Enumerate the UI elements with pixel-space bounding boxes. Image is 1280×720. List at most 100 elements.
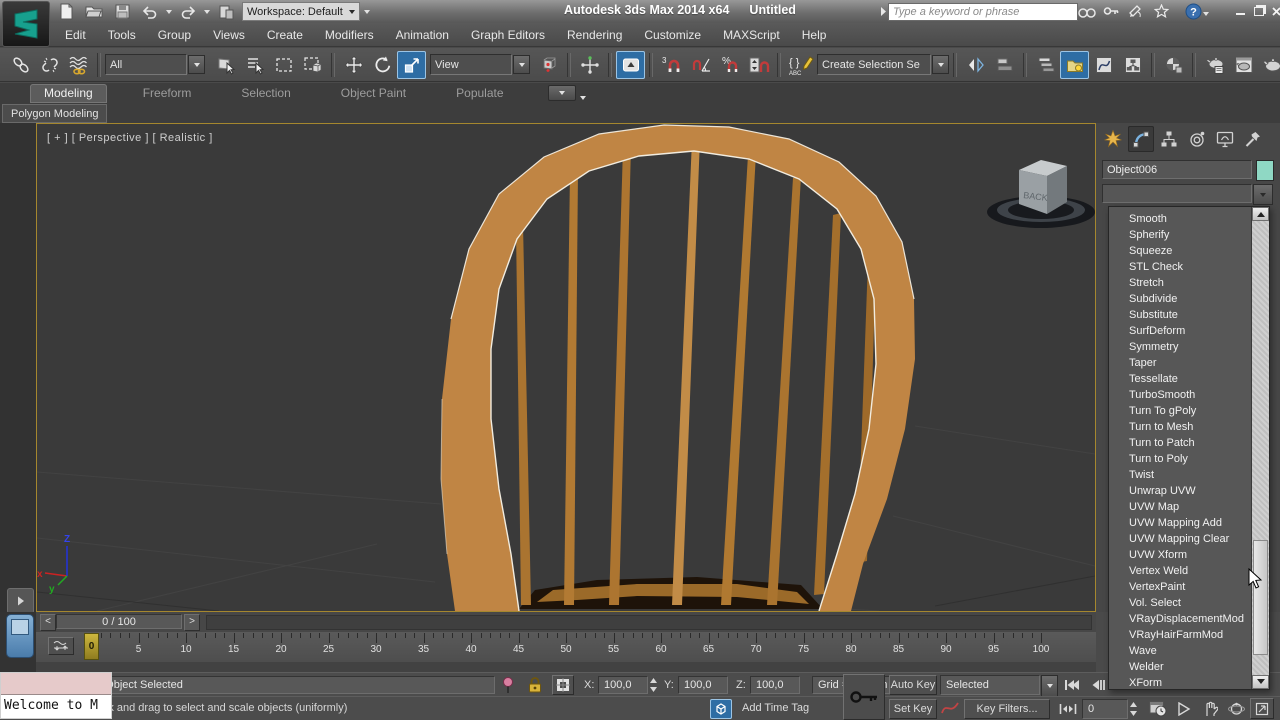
search-input[interactable]: [888, 3, 1078, 21]
scrollbar-thumb[interactable]: [1253, 540, 1268, 655]
select-and-manipulate-button[interactable]: [575, 51, 604, 79]
redo-button[interactable]: [176, 2, 200, 21]
modifier-list-item[interactable]: Stretch: [1109, 275, 1252, 291]
modifier-list-item[interactable]: Vol. Select: [1109, 595, 1252, 611]
modifier-list-item[interactable]: VRayHairFarmMod: [1109, 627, 1252, 643]
set-keys-button[interactable]: [843, 674, 885, 720]
named-selection-sets-dropdown[interactable]: Create Selection Se: [817, 54, 931, 75]
menu-item-edit[interactable]: Edit: [54, 23, 97, 47]
ribbon-options-caret[interactable]: [579, 96, 586, 103]
time-configuration-button[interactable]: [1146, 698, 1170, 719]
angle-snap-toggle-button[interactable]: [686, 51, 715, 79]
track-bar-strip[interactable]: [206, 615, 1092, 630]
modifier-list-item[interactable]: VertexPaint: [1109, 579, 1252, 595]
maximize-viewport-toggle-button[interactable]: [1250, 698, 1274, 719]
expand-panel-arrow-button[interactable]: [7, 588, 34, 614]
spinner-snap-toggle-button[interactable]: [744, 51, 773, 79]
time-slider-value[interactable]: 0 / 100: [56, 614, 182, 629]
unlink-selection-button[interactable]: [35, 51, 64, 79]
modifier-list-item[interactable]: STL Check: [1109, 259, 1252, 275]
modifier-list-item[interactable]: Wave: [1109, 643, 1252, 659]
minimized-window-button[interactable]: [6, 614, 34, 658]
modifier-list-scrollbar[interactable]: [1251, 207, 1269, 689]
utilities-tab[interactable]: [1240, 126, 1266, 152]
set-key-button[interactable]: Set Key: [889, 699, 937, 719]
menu-item-create[interactable]: Create: [256, 23, 314, 47]
create-tab[interactable]: [1100, 126, 1126, 152]
modifier-list-item[interactable]: Tessellate: [1109, 371, 1252, 387]
project-folder-button[interactable]: [214, 2, 238, 21]
undo-dropdown-caret[interactable]: [166, 9, 172, 17]
z-coord-field[interactable]: 100,0: [750, 676, 800, 694]
orbit-view-button[interactable]: [1224, 698, 1248, 719]
viewport-label[interactable]: [ + ] [ Perspective ] [ Realistic ]: [47, 132, 213, 144]
reference-coordinate-caret[interactable]: [513, 55, 530, 74]
open-file-button[interactable]: [82, 2, 106, 21]
modifier-list-item[interactable]: TurboSmooth: [1109, 387, 1252, 403]
perspective-viewport[interactable]: BACK x Z y [ + ] [ Perspective ] [ Reali…: [36, 123, 1096, 612]
select-by-name-button[interactable]: [240, 51, 269, 79]
menu-item-tools[interactable]: Tools: [97, 23, 147, 47]
hierarchy-tab[interactable]: [1156, 126, 1182, 152]
menu-item-maxscript[interactable]: MAXScript: [712, 23, 791, 47]
key-filters-curve-icon[interactable]: [940, 700, 960, 717]
help-dropdown-caret[interactable]: [1203, 12, 1209, 19]
modify-tab[interactable]: [1128, 126, 1154, 152]
object-color-swatch[interactable]: [1256, 160, 1274, 181]
menu-item-graph-editors[interactable]: Graph Editors: [460, 23, 556, 47]
named-selection-sets-caret[interactable]: [932, 55, 949, 74]
x-coord-field[interactable]: 100,0: [598, 676, 648, 694]
scroll-down-button[interactable]: [1252, 675, 1269, 689]
modifier-list-item[interactable]: Subdivide: [1109, 291, 1252, 307]
y-coord-field[interactable]: 100,0: [678, 676, 728, 694]
rectangular-selection-region-button[interactable]: [269, 51, 298, 79]
previous-frame-button[interactable]: [1086, 674, 1110, 695]
menu-item-rendering[interactable]: Rendering: [556, 23, 633, 47]
snaps-toggle-button[interactable]: 3: [657, 51, 686, 79]
key-mode-dropdown[interactable]: Selected: [940, 675, 1040, 695]
transform-gizmo-toggle[interactable]: [710, 699, 732, 719]
modifier-list-item[interactable]: XForm: [1109, 675, 1252, 691]
menu-item-animation[interactable]: Animation: [385, 23, 460, 47]
communication-key-icon[interactable]: [1100, 2, 1122, 20]
minimize-button[interactable]: [1232, 4, 1248, 18]
time-slider-next-button[interactable]: >: [184, 614, 200, 631]
current-frame-field[interactable]: 0: [1082, 699, 1128, 719]
key-mode-toggle-button[interactable]: [1056, 698, 1080, 719]
workspace-extra-caret[interactable]: [363, 9, 370, 17]
frame-spinner[interactable]: [1129, 700, 1138, 718]
select-and-scale-button[interactable]: [397, 50, 426, 79]
percent-snap-toggle-button[interactable]: %: [715, 51, 744, 79]
pushpin-icon[interactable]: [500, 675, 516, 695]
ribbon-tab-modeling[interactable]: Modeling: [30, 84, 107, 103]
modifier-list-item[interactable]: Welder: [1109, 659, 1252, 675]
restore-button[interactable]: [1251, 4, 1267, 18]
selection-filter-caret[interactable]: [188, 55, 205, 74]
modifier-list-item[interactable]: Twist: [1109, 467, 1252, 483]
new-file-button[interactable]: [54, 2, 78, 21]
pan-view-button[interactable]: [1198, 698, 1222, 719]
ribbon-tab-populate[interactable]: Populate: [442, 84, 517, 103]
render-setup-button[interactable]: [1200, 51, 1229, 79]
play-animation-button[interactable]: [1172, 698, 1196, 719]
display-tab[interactable]: [1212, 126, 1238, 152]
help-icon[interactable]: ?: [1182, 2, 1204, 20]
align-button[interactable]: [990, 51, 1019, 79]
material-editor-button[interactable]: [1159, 51, 1188, 79]
menu-item-group[interactable]: Group: [147, 23, 202, 47]
time-slider-prev-button[interactable]: <: [40, 614, 56, 631]
selection-lock-toggle[interactable]: [526, 676, 544, 694]
modifier-list-item[interactable]: VRayDisplacementMod: [1109, 611, 1252, 627]
welcome-window[interactable]: Welcome to M: [0, 672, 112, 719]
modifier-list-item[interactable]: Unwrap UVW: [1109, 483, 1252, 499]
key-filters-button[interactable]: Key Filters...: [964, 699, 1050, 719]
absolute-offset-mode-toggle[interactable]: [552, 675, 574, 695]
modifier-list-item[interactable]: Substitute: [1109, 307, 1252, 323]
close-button[interactable]: [1268, 4, 1280, 18]
modifier-list-item[interactable]: UVW Mapping Add: [1109, 515, 1252, 531]
selection-filter-dropdown[interactable]: All: [105, 54, 187, 75]
menu-item-views[interactable]: Views: [202, 23, 256, 47]
modifier-list-item[interactable]: Symmetry: [1109, 339, 1252, 355]
use-pivot-point-center-button[interactable]: [534, 51, 563, 79]
reference-coordinate-dropdown[interactable]: View: [430, 54, 512, 75]
